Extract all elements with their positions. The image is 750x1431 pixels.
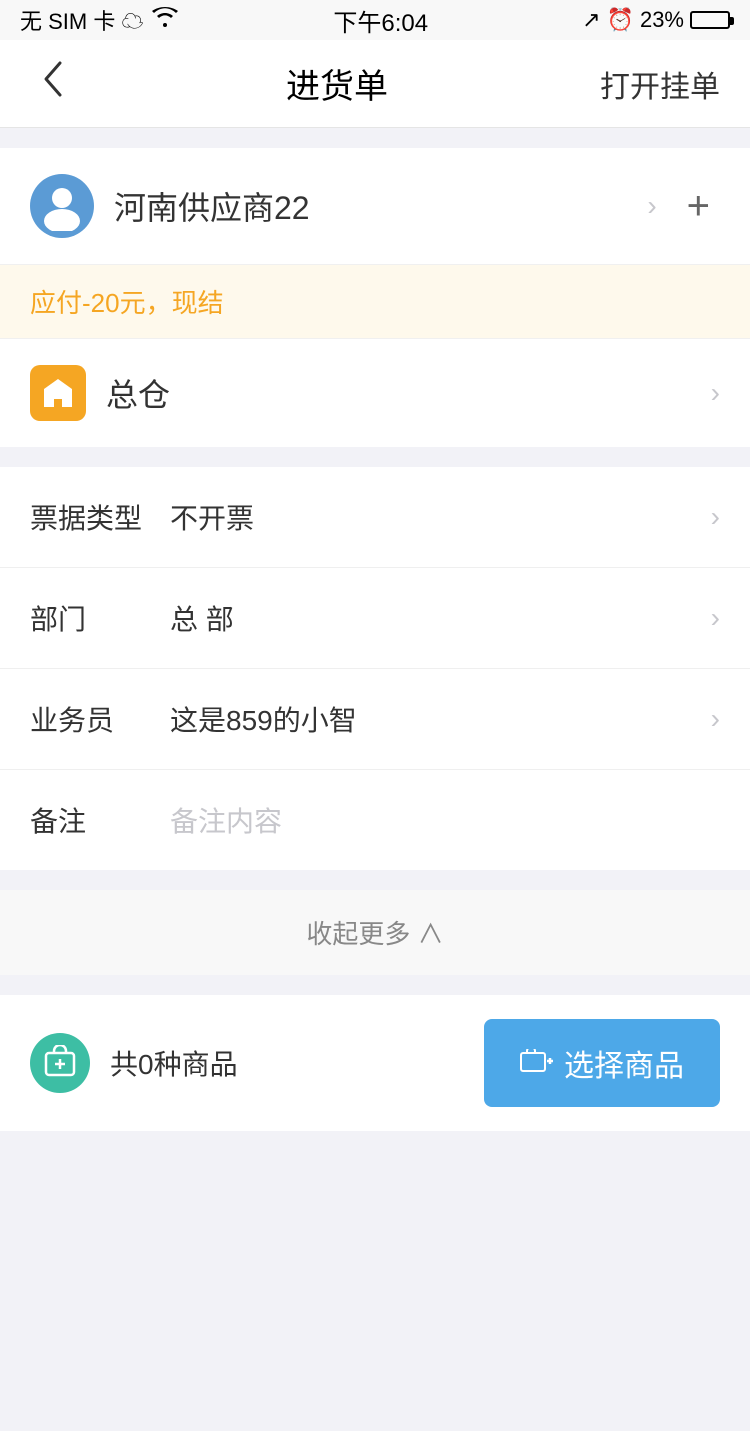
- department-chevron-icon: ›: [711, 602, 720, 634]
- location-icon: ↗: [582, 7, 600, 33]
- open-pending-button[interactable]: 打开挂单: [600, 62, 720, 106]
- gap-1: [0, 128, 750, 148]
- form-row-invoice[interactable]: 票据类型 不开票 ›: [0, 467, 750, 568]
- department-label: 部门: [30, 598, 150, 638]
- status-time: 下午6:04: [333, 3, 428, 38]
- alarm-icon: ⏰: [607, 7, 634, 33]
- product-icon: [30, 1033, 90, 1093]
- supplier-chevron-icon: ›: [647, 190, 656, 222]
- salesperson-chevron-icon: ›: [711, 703, 720, 735]
- remark-label: 备注: [30, 800, 150, 840]
- salesperson-value: 这是859的小智: [150, 699, 711, 739]
- collapse-bar[interactable]: 收起更多 ∧: [0, 890, 750, 975]
- back-button[interactable]: [30, 49, 74, 118]
- supplier-row[interactable]: 河南供应商22 › +: [0, 148, 750, 265]
- status-right: ↗ ⏰ 23%: [582, 7, 730, 33]
- form-row-remark[interactable]: 备注 备注内容: [0, 770, 750, 870]
- collapse-label: 收起更多 ∧: [306, 914, 443, 951]
- select-product-button[interactable]: 选择商品: [484, 1019, 720, 1107]
- signal-text: 无 SIM 卡 ☁: [20, 4, 143, 36]
- notice-bar: 应付-20元，现结: [0, 265, 750, 338]
- supplier-left: 河南供应商22: [30, 174, 647, 238]
- warehouse-row[interactable]: 总仓 ›: [0, 338, 750, 447]
- invoice-chevron-icon: ›: [711, 501, 720, 533]
- form-section: 票据类型 不开票 › 部门 总 部 › 业务员 这是859的小智 › 备注 备注…: [0, 467, 750, 870]
- page-title: 进货单: [286, 59, 388, 108]
- product-count: 共0种商品: [110, 1043, 464, 1083]
- battery-icon: [690, 11, 730, 29]
- add-supplier-button[interactable]: +: [677, 184, 720, 229]
- remark-input[interactable]: 备注内容: [150, 800, 720, 840]
- status-bar: 无 SIM 卡 ☁ 下午6:04 ↗ ⏰ 23%: [0, 0, 750, 40]
- product-section: 共0种商品 选择商品: [0, 995, 750, 1131]
- select-product-label: 选择商品: [564, 1041, 684, 1085]
- salesperson-label: 业务员: [30, 699, 150, 739]
- nav-bar: 进货单 打开挂单: [0, 40, 750, 128]
- warehouse-chevron-icon: ›: [711, 377, 720, 409]
- battery-percent: 23%: [640, 7, 684, 33]
- supplier-avatar: [30, 174, 94, 238]
- form-row-department[interactable]: 部门 总 部 ›: [0, 568, 750, 669]
- wifi-icon: [151, 7, 179, 33]
- status-left: 无 SIM 卡 ☁: [20, 4, 179, 36]
- warehouse-name: 总仓: [106, 370, 711, 416]
- invoice-value: 不开票: [150, 497, 711, 537]
- bottom-area: [0, 1131, 750, 1431]
- warehouse-icon: [30, 365, 86, 421]
- form-row-salesperson[interactable]: 业务员 这是859的小智 ›: [0, 669, 750, 770]
- invoice-label: 票据类型: [30, 497, 150, 537]
- supplier-card: 河南供应商22 › + 应付-20元，现结 总仓 ›: [0, 148, 750, 447]
- supplier-name: 河南供应商22: [114, 183, 310, 229]
- department-value: 总 部: [150, 598, 711, 638]
